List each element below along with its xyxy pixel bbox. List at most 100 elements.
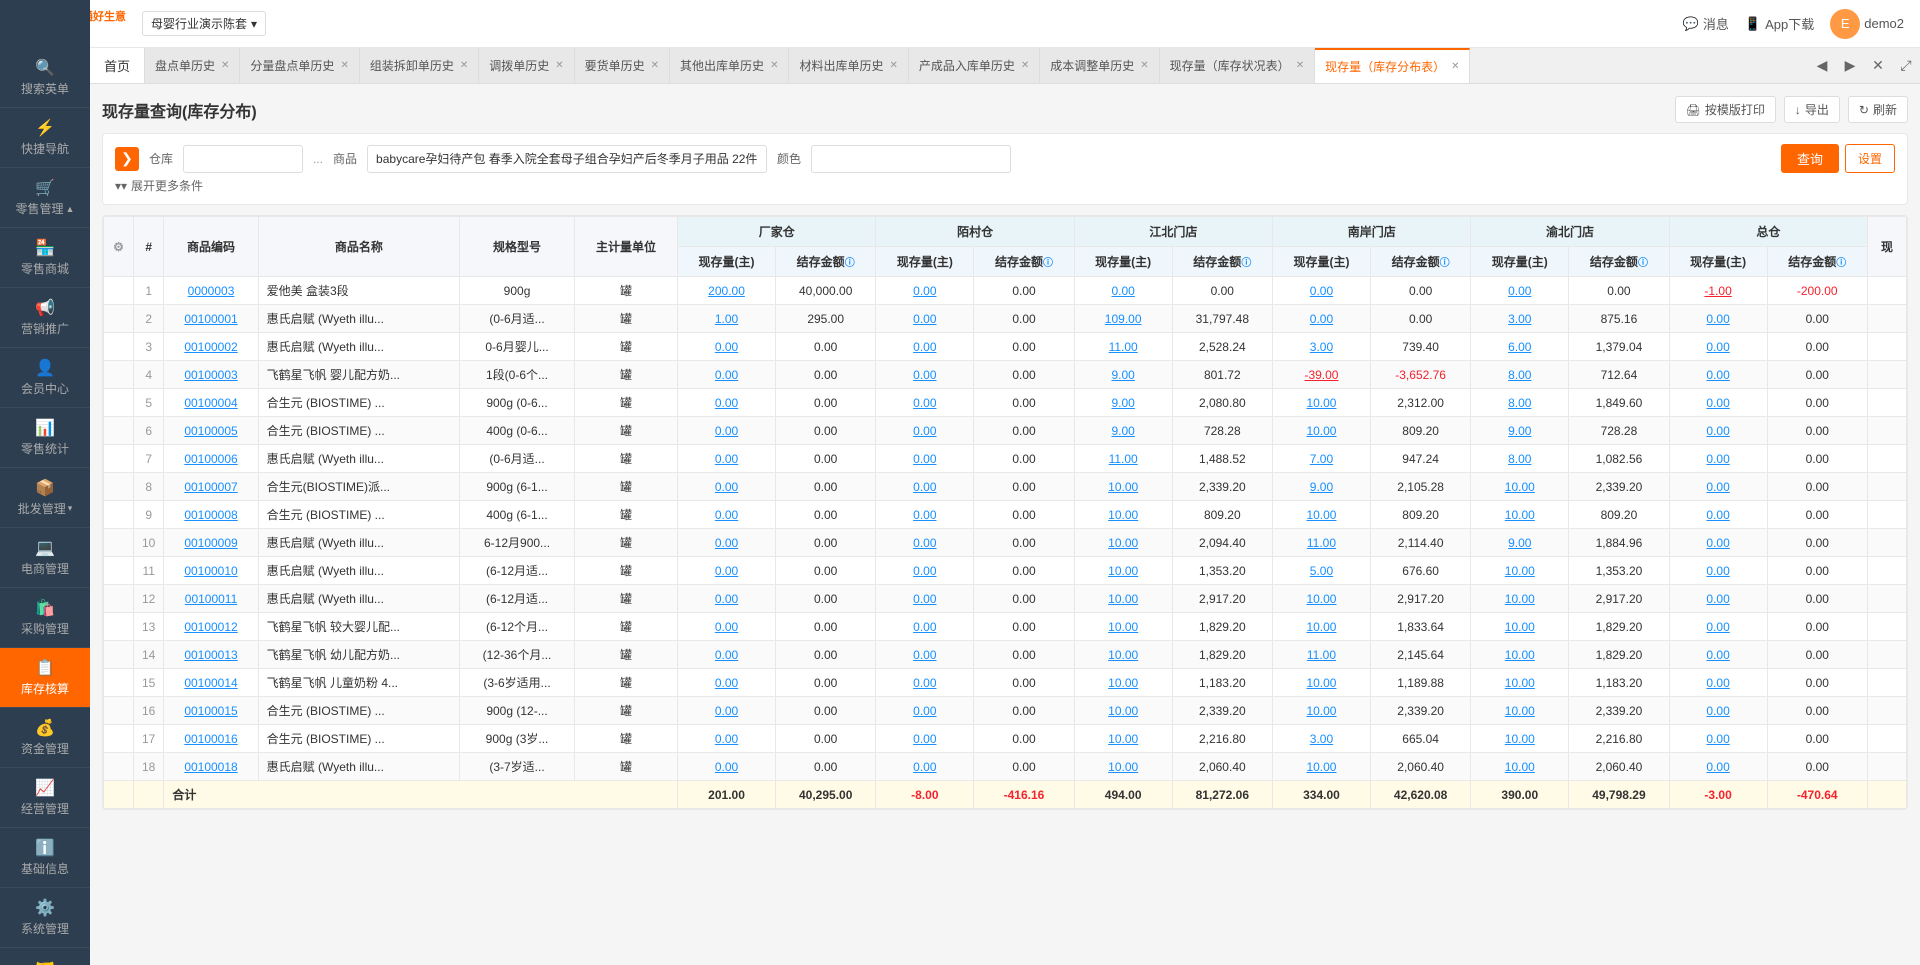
row-c5-qty[interactable]: 10.00 [1471, 557, 1569, 585]
row-c3-qty[interactable]: 9.00 [1074, 389, 1172, 417]
tab-requisition-close[interactable]: ✕ [651, 60, 659, 71]
row-c4-qty[interactable]: 11.00 [1273, 641, 1371, 669]
row-c1-qty[interactable]: 1.00 [678, 305, 776, 333]
row-c3-qty[interactable]: 10.00 [1074, 753, 1172, 781]
sidebar-item-wholesale[interactable]: 📦 批发管理 ▾ [0, 468, 90, 528]
sidebar-item-retail-stats[interactable]: 📊 零售统计 [0, 408, 90, 468]
table-gear-icon[interactable]: ⚙ [113, 240, 124, 254]
row-code[interactable]: 00100011 [164, 585, 258, 613]
refresh-btn[interactable]: ↻ 刷新 [1848, 96, 1908, 123]
row-c2-qty[interactable]: 0.00 [876, 669, 974, 697]
row-c5-qty[interactable]: 10.00 [1471, 641, 1569, 669]
row-c2-qty[interactable]: 0.00 [876, 445, 974, 473]
sidebar-item-basic-info[interactable]: ℹ️ 基础信息 [0, 828, 90, 888]
message-btn[interactable]: 💬 消息 [1683, 14, 1729, 33]
row-c5-qty[interactable]: 9.00 [1471, 529, 1569, 557]
row-c3-qty[interactable]: 109.00 [1074, 305, 1172, 333]
row-c2-qty[interactable]: 0.00 [876, 557, 974, 585]
row-c1-qty[interactable]: 0.00 [678, 473, 776, 501]
tab-stock-status[interactable]: 现存量（库存状况表） ✕ [1160, 48, 1315, 84]
tab-requisition[interactable]: 要货单历史 ✕ [575, 48, 670, 84]
row-code[interactable]: 00100004 [164, 389, 258, 417]
row-code[interactable]: 00100018 [164, 753, 258, 781]
sidebar-item-inventory[interactable]: 📋 库存核算 [0, 648, 90, 708]
sidebar-item-operations[interactable]: 📈 经营管理 [0, 768, 90, 828]
row-c5-qty[interactable]: 3.00 [1471, 305, 1569, 333]
row-c1-qty[interactable]: 0.00 [678, 697, 776, 725]
row-c4-qty[interactable]: 10.00 [1273, 613, 1371, 641]
row-c3-qty[interactable]: 10.00 [1074, 613, 1172, 641]
row-total-qty[interactable]: 0.00 [1669, 585, 1767, 613]
warehouse-input[interactable] [183, 145, 303, 173]
row-c5-qty[interactable]: 10.00 [1471, 669, 1569, 697]
row-c4-qty[interactable]: 10.00 [1273, 669, 1371, 697]
app-download-btn[interactable]: 📱 App下载 [1745, 14, 1814, 33]
row-c4-qty[interactable]: 10.00 [1273, 753, 1371, 781]
row-c4-qty[interactable]: 10.00 [1273, 389, 1371, 417]
filter-toggle-btn[interactable]: ❯ [115, 147, 139, 171]
tab-stock-dist-close[interactable]: ✕ [1451, 61, 1459, 72]
row-c1-qty[interactable]: 200.00 [678, 277, 776, 305]
sidebar-item-collab[interactable]: 🤝 企业协同 [0, 948, 90, 965]
row-c3-qty[interactable]: 0.00 [1074, 277, 1172, 305]
tab-close-all-btn[interactable]: ✕ [1864, 52, 1892, 80]
row-code[interactable]: 00100001 [164, 305, 258, 333]
sidebar-item-store[interactable]: 🏪 零售商城 [0, 228, 90, 288]
row-c5-qty[interactable]: 10.00 [1471, 473, 1569, 501]
row-total-qty[interactable]: 0.00 [1669, 613, 1767, 641]
row-c4-qty[interactable]: 7.00 [1273, 445, 1371, 473]
tab-cost-adjust[interactable]: 成本调整单历史 ✕ [1040, 48, 1159, 84]
row-c3-qty[interactable]: 10.00 [1074, 473, 1172, 501]
row-c4-qty[interactable]: -39.00 [1273, 361, 1371, 389]
row-total-qty[interactable]: 0.00 [1669, 753, 1767, 781]
row-c3-qty[interactable]: 10.00 [1074, 529, 1172, 557]
row-c3-qty[interactable]: 11.00 [1074, 445, 1172, 473]
tab-stock-dist[interactable]: 现存量（库存分布表） ✕ [1315, 48, 1470, 84]
row-c2-qty[interactable]: 0.00 [876, 753, 974, 781]
row-code[interactable]: 00100016 [164, 725, 258, 753]
row-code[interactable]: 00100010 [164, 557, 258, 585]
row-c2-qty[interactable]: 0.00 [876, 473, 974, 501]
row-total-qty[interactable]: 0.00 [1669, 361, 1767, 389]
row-c5-qty[interactable]: 8.00 [1471, 389, 1569, 417]
row-c2-qty[interactable]: 0.00 [876, 697, 974, 725]
row-c2-qty[interactable]: 0.00 [876, 529, 974, 557]
tab-inventory-count[interactable]: 盘点单历史 ✕ [145, 48, 240, 84]
row-total-qty[interactable]: 0.00 [1669, 333, 1767, 361]
tab-split-count-close[interactable]: ✕ [340, 60, 348, 71]
row-total-qty[interactable]: 0.00 [1669, 473, 1767, 501]
sidebar-item-retail-mgmt[interactable]: 🛒 零售管理 ▲ [0, 168, 90, 228]
tab-material-out-close[interactable]: ✕ [889, 60, 897, 71]
row-code[interactable]: 00100006 [164, 445, 258, 473]
row-code[interactable]: 00100005 [164, 417, 258, 445]
yubei-amt-info[interactable]: ⓘ [1638, 258, 1648, 269]
tab-material-out[interactable]: 材料出库单历史 ✕ [789, 48, 908, 84]
row-total-qty[interactable]: 0.00 [1669, 557, 1767, 585]
row-c1-qty[interactable]: 0.00 [678, 725, 776, 753]
row-c2-qty[interactable]: 0.00 [876, 585, 974, 613]
row-c5-qty[interactable]: 8.00 [1471, 445, 1569, 473]
sidebar-item-search[interactable]: 🔍 搜索英单 [0, 48, 90, 108]
sidebar-item-system[interactable]: ⚙️ 系统管理 [0, 888, 90, 948]
row-c1-qty[interactable]: 0.00 [678, 445, 776, 473]
row-c1-qty[interactable]: 0.00 [678, 641, 776, 669]
tab-split-count[interactable]: 分量盘点单历史 ✕ [240, 48, 359, 84]
row-total-qty[interactable]: 0.00 [1669, 389, 1767, 417]
tab-assembly[interactable]: 组装拆卸单历史 ✕ [360, 48, 479, 84]
row-c1-qty[interactable]: 0.00 [678, 361, 776, 389]
tab-other-out[interactable]: 其他出库单历史 ✕ [670, 48, 789, 84]
warehouse-dots[interactable]: ... [313, 152, 323, 166]
row-c3-qty[interactable]: 10.00 [1074, 669, 1172, 697]
row-total-qty[interactable]: 0.00 [1669, 725, 1767, 753]
product-input[interactable] [367, 145, 767, 173]
row-c5-qty[interactable]: 10.00 [1471, 697, 1569, 725]
color-input[interactable] [811, 145, 1011, 173]
row-c3-qty[interactable]: 10.00 [1074, 557, 1172, 585]
row-total-qty[interactable]: 0.00 [1669, 529, 1767, 557]
tab-transfer-close[interactable]: ✕ [555, 60, 563, 71]
row-total-qty[interactable]: 0.00 [1669, 641, 1767, 669]
row-c2-qty[interactable]: 0.00 [876, 613, 974, 641]
row-code[interactable]: 00100013 [164, 641, 258, 669]
row-c3-qty[interactable]: 10.00 [1074, 501, 1172, 529]
row-total-qty[interactable]: 0.00 [1669, 417, 1767, 445]
